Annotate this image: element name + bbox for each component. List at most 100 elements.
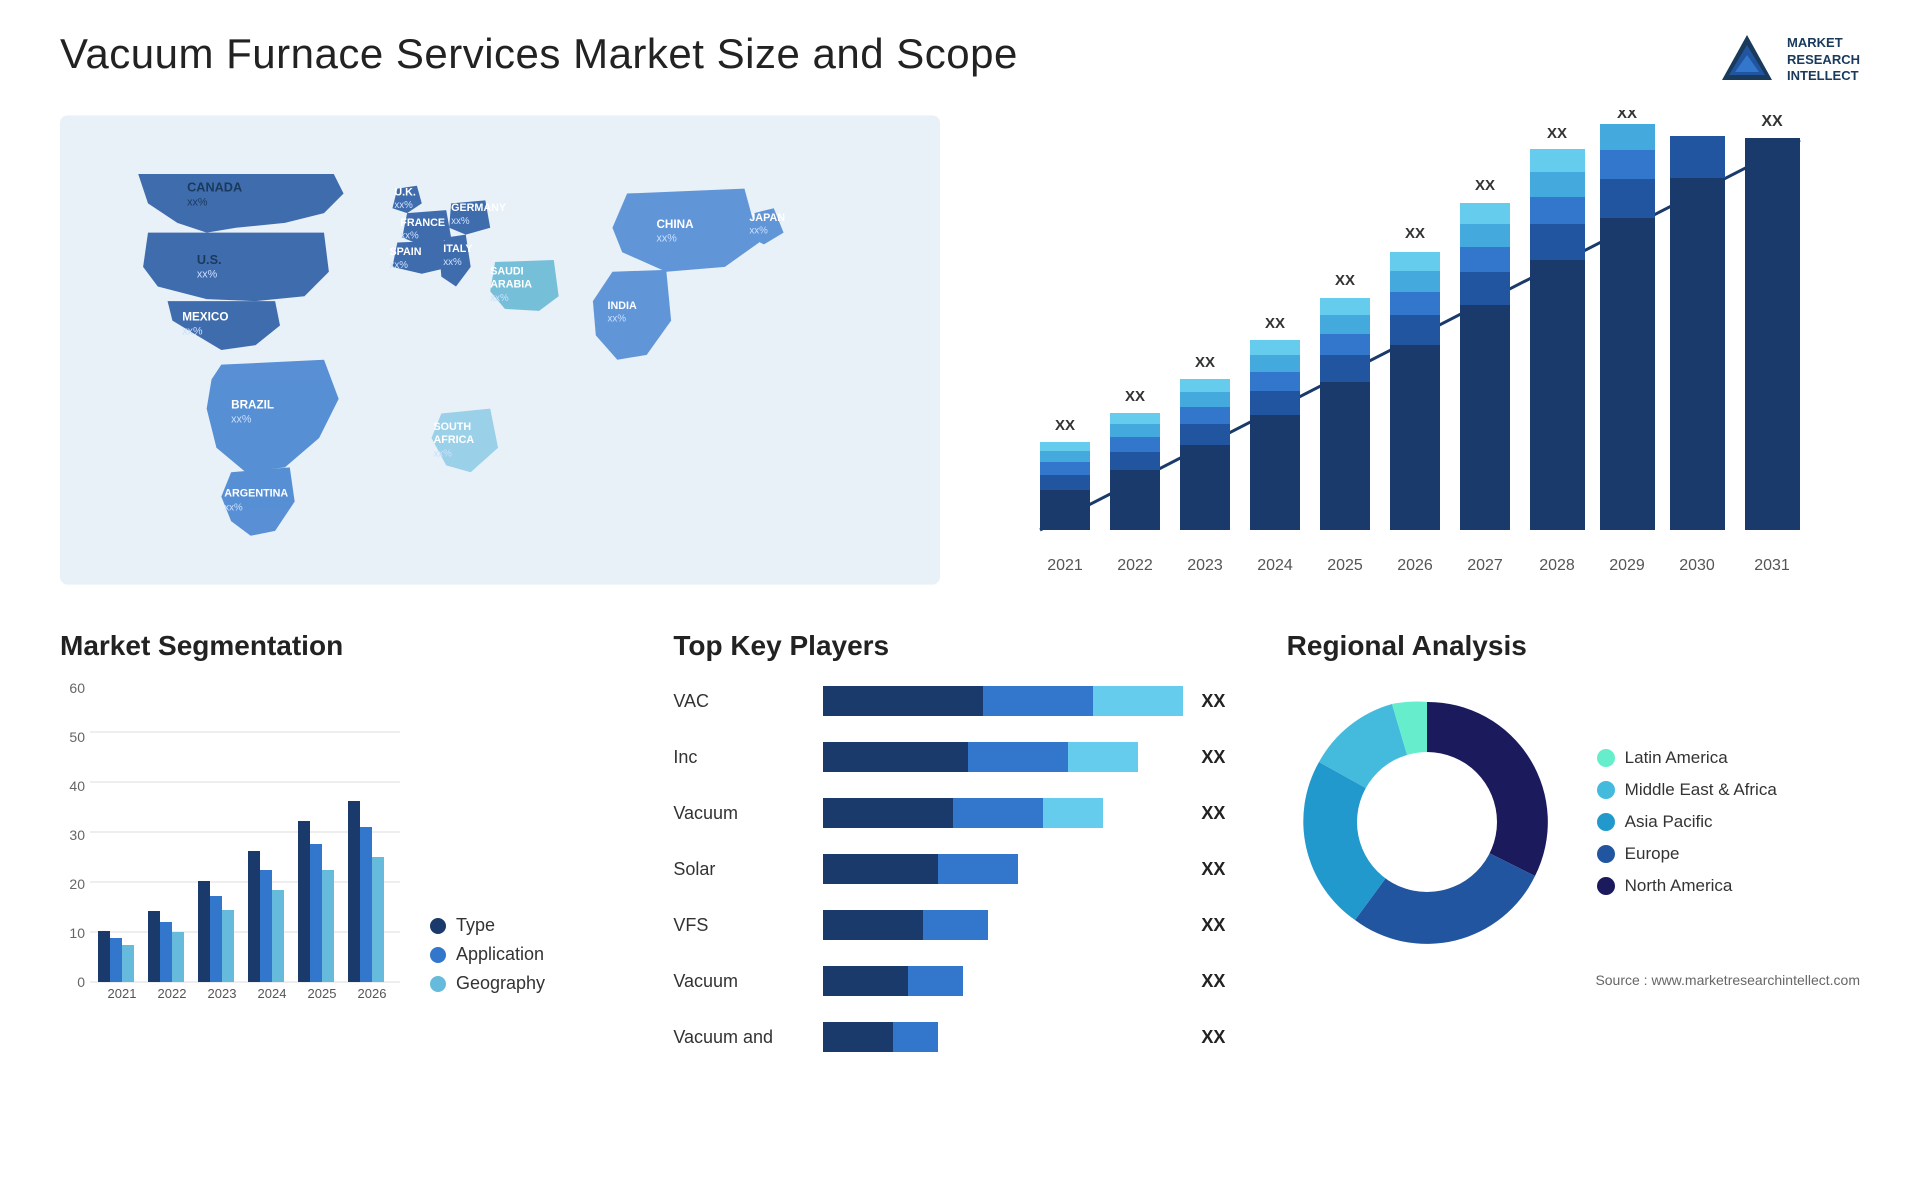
svg-text:xx%: xx% bbox=[197, 269, 218, 281]
svg-text:XX: XX bbox=[1195, 354, 1215, 371]
svg-text:ARABIA: ARABIA bbox=[490, 278, 532, 290]
page-title: Vacuum Furnace Services Market Size and … bbox=[60, 30, 1018, 78]
legend-dot-type bbox=[430, 918, 446, 934]
players-list: VAC Inc Vacuum Solar VFS Vacuum Vacuum a… bbox=[673, 682, 1246, 1056]
regional-chart: Latin America Middle East & Africa Asia … bbox=[1287, 682, 1860, 962]
player-val-3: XX bbox=[1201, 859, 1225, 880]
donut-chart bbox=[1287, 682, 1567, 962]
legend-item-application: Application bbox=[430, 944, 545, 965]
legend-label-application: Application bbox=[456, 944, 544, 965]
svg-text:2026: 2026 bbox=[358, 986, 387, 1001]
regional-dot-latin bbox=[1597, 749, 1615, 767]
page: Vacuum Furnace Services Market Size and … bbox=[0, 0, 1920, 1180]
svg-text:ARGENTINA: ARGENTINA bbox=[224, 488, 288, 500]
svg-text:10: 10 bbox=[69, 925, 85, 941]
regional-label-europe: Europe bbox=[1625, 844, 1680, 864]
player-bar-row-6: XX bbox=[823, 1018, 1246, 1056]
svg-text:SOUTH: SOUTH bbox=[434, 421, 472, 433]
svg-text:50: 50 bbox=[69, 729, 85, 745]
svg-text:2025: 2025 bbox=[308, 986, 337, 1001]
segmentation-title: Market Segmentation bbox=[60, 630, 633, 662]
svg-text:xx%: xx% bbox=[224, 502, 243, 513]
svg-text:XX: XX bbox=[1265, 315, 1285, 332]
player-bar-row-1: XX bbox=[823, 738, 1246, 776]
player-bar-row-3: XX bbox=[823, 850, 1246, 888]
regional-legend-na: North America bbox=[1597, 876, 1777, 896]
svg-text:XX: XX bbox=[1475, 177, 1495, 194]
header: Vacuum Furnace Services Market Size and … bbox=[60, 30, 1860, 90]
player-val-6: XX bbox=[1201, 1027, 1225, 1048]
svg-text:xx%: xx% bbox=[608, 314, 627, 325]
svg-text:2029: 2029 bbox=[1609, 557, 1645, 574]
svg-text:xx%: xx% bbox=[434, 449, 453, 460]
legend-label-geography: Geography bbox=[456, 973, 545, 994]
regional-label-latin: Latin America bbox=[1625, 748, 1728, 768]
svg-text:XX: XX bbox=[1405, 225, 1425, 242]
player-bar-row-0: XX bbox=[823, 682, 1246, 720]
segmentation-section: Market Segmentation 0 10 20 30 40 50 60 bbox=[60, 630, 633, 1150]
svg-text:xx%: xx% bbox=[490, 293, 509, 304]
svg-text:60: 60 bbox=[69, 682, 85, 696]
key-players-section: Top Key Players VAC Inc Vacuum Solar VFS… bbox=[673, 630, 1246, 1150]
growth-chart-container: 2021 XX 2022 XX 2023 XX bbox=[980, 110, 1860, 590]
svg-text:2024: 2024 bbox=[1257, 557, 1293, 574]
svg-text:XX: XX bbox=[1125, 388, 1145, 405]
player-name-2: Vacuum bbox=[673, 794, 793, 832]
segmentation-legend: Type Application Geography bbox=[430, 915, 545, 1002]
svg-text:xx%: xx% bbox=[182, 325, 203, 337]
player-name-6: Vacuum and bbox=[673, 1018, 793, 1056]
regional-legend-mea: Middle East & Africa bbox=[1597, 780, 1777, 800]
map-container: CANADA xx% U.S. xx% MEXICO xx% BRAZIL xx… bbox=[60, 110, 940, 590]
player-val-5: XX bbox=[1201, 971, 1225, 992]
regional-title: Regional Analysis bbox=[1287, 630, 1860, 662]
player-name-0: VAC bbox=[673, 682, 793, 720]
svg-text:2022: 2022 bbox=[1117, 557, 1153, 574]
svg-text:MEXICO: MEXICO bbox=[182, 311, 228, 324]
legend-item-geography: Geography bbox=[430, 973, 545, 994]
svg-text:xx%: xx% bbox=[394, 200, 413, 211]
player-name-3: Solar bbox=[673, 850, 793, 888]
world-map: CANADA xx% U.S. xx% MEXICO xx% BRAZIL xx… bbox=[60, 110, 940, 590]
svg-text:ITALY: ITALY bbox=[443, 243, 472, 255]
svg-text:2030: 2030 bbox=[1679, 557, 1715, 574]
legend-item-type: Type bbox=[430, 915, 545, 936]
svg-text:XX: XX bbox=[1335, 272, 1355, 289]
svg-text:xx%: xx% bbox=[187, 196, 208, 208]
svg-text:xx%: xx% bbox=[231, 413, 252, 425]
svg-text:XX: XX bbox=[1617, 110, 1637, 122]
regional-legend: Latin America Middle East & Africa Asia … bbox=[1597, 748, 1777, 896]
svg-text:XX: XX bbox=[1547, 125, 1567, 142]
regional-section: Regional Analysis bbox=[1287, 630, 1860, 1150]
legend-dot-geography bbox=[430, 976, 446, 992]
svg-text:AFRICA: AFRICA bbox=[434, 434, 475, 446]
svg-text:2023: 2023 bbox=[1187, 557, 1223, 574]
regional-legend-europe: Europe bbox=[1597, 844, 1777, 864]
svg-text:XX: XX bbox=[1055, 417, 1075, 434]
svg-text:U.S.: U.S. bbox=[197, 252, 222, 267]
svg-text:xx%: xx% bbox=[656, 232, 677, 244]
svg-text:U.K.: U.K. bbox=[394, 187, 416, 199]
svg-text:INDIA: INDIA bbox=[608, 300, 638, 312]
source-text: Source : www.marketresearchintellect.com bbox=[1287, 972, 1860, 988]
top-section: CANADA xx% U.S. xx% MEXICO xx% BRAZIL xx… bbox=[60, 110, 1860, 590]
regional-dot-apac bbox=[1597, 813, 1615, 831]
svg-text:40: 40 bbox=[69, 778, 85, 794]
player-val-0: XX bbox=[1201, 691, 1225, 712]
player-bar-row-2: XX bbox=[823, 794, 1246, 832]
svg-text:2022: 2022 bbox=[158, 986, 187, 1001]
logo: MARKET RESEARCH INTELLECT bbox=[1717, 30, 1860, 90]
svg-text:2024: 2024 bbox=[258, 986, 287, 1001]
svg-text:2031: 2031 bbox=[1754, 557, 1790, 574]
regional-label-apac: Asia Pacific bbox=[1625, 812, 1713, 832]
svg-text:xx%: xx% bbox=[451, 216, 470, 227]
svg-text:xx%: xx% bbox=[749, 226, 768, 237]
svg-text:JAPAN: JAPAN bbox=[749, 212, 785, 224]
player-names: VAC Inc Vacuum Solar VFS Vacuum Vacuum a… bbox=[673, 682, 793, 1056]
player-val-2: XX bbox=[1201, 803, 1225, 824]
svg-text:BRAZIL: BRAZIL bbox=[231, 399, 274, 412]
svg-text:FRANCE: FRANCE bbox=[400, 217, 445, 229]
player-name-5: Vacuum bbox=[673, 962, 793, 1000]
segmentation-chart: 0 10 20 30 40 50 60 bbox=[60, 682, 410, 1002]
regional-label-mea: Middle East & Africa bbox=[1625, 780, 1777, 800]
svg-text:2021: 2021 bbox=[108, 986, 137, 1001]
